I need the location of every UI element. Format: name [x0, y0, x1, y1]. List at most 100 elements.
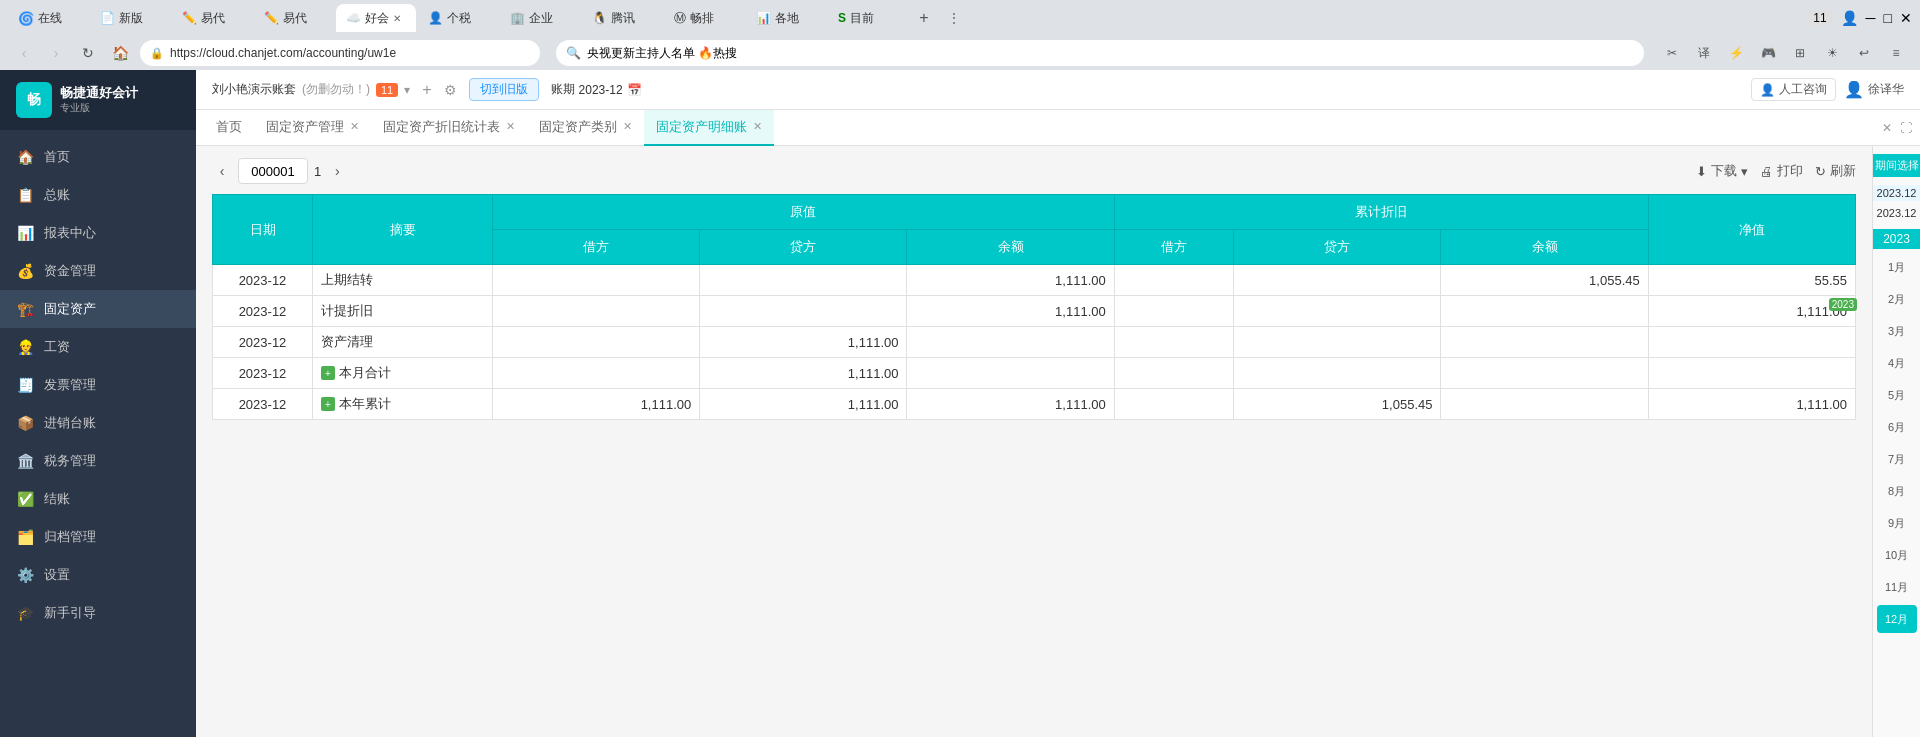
guide-icon: 🎓: [16, 604, 34, 622]
row4-net-value: [1648, 358, 1855, 389]
extension-2[interactable]: 🎮: [1756, 41, 1780, 65]
browser-tab-changpai[interactable]: Ⓜ 畅排: [664, 4, 744, 32]
url-bar[interactable]: 🔒 https://cloud.chanjet.com/accounting/u…: [140, 40, 540, 66]
user-info[interactable]: 👤 徐译华: [1844, 80, 1904, 99]
minimize-btn[interactable]: ─: [1866, 10, 1876, 26]
download-btn[interactable]: ⬇ 下载 ▾: [1696, 162, 1748, 180]
month-11[interactable]: 11月: [1877, 573, 1917, 601]
extensions-btn[interactable]: ⋮: [940, 4, 968, 32]
browser-tab-close[interactable]: ✕: [393, 13, 401, 24]
month-4[interactable]: 4月: [1877, 349, 1917, 377]
browser-tab-tengxun[interactable]: 🐧 腾讯: [582, 4, 662, 32]
page-number-input[interactable]: [238, 158, 308, 184]
forward-btn[interactable]: ›: [44, 41, 68, 65]
sidebar-item-settings[interactable]: ⚙️ 设置: [0, 556, 196, 594]
add-account-btn[interactable]: +: [422, 81, 431, 99]
month-5[interactable]: 5月: [1877, 381, 1917, 409]
back-btn[interactable]: ‹: [12, 41, 36, 65]
tab-depreciation-stats-label: 固定资产折旧统计表: [383, 118, 500, 136]
tab-asset-category-close[interactable]: ✕: [623, 120, 632, 133]
browser-tab-new[interactable]: 📄 新版: [90, 4, 170, 32]
account-selector[interactable]: 刘小艳演示账套 (勿删勿动！) 11 ▾: [212, 81, 410, 98]
browser-tab-qiye[interactable]: 🏢 企业: [500, 4, 580, 32]
month-6[interactable]: 6月: [1877, 413, 1917, 441]
extension-1[interactable]: ⚡: [1724, 41, 1748, 65]
month-1[interactable]: 1月: [1877, 253, 1917, 281]
tab-asset-detail-ledger-label: 固定资产明细账: [656, 118, 747, 136]
row1-net-value: 55.55: [1648, 265, 1855, 296]
browser-tab-muqian[interactable]: S 目前: [828, 4, 908, 32]
sidebar-item-tax[interactable]: 🏛️ 税务管理: [0, 442, 196, 480]
brightness-btn[interactable]: ☀: [1820, 41, 1844, 65]
print-icon: 🖨: [1760, 164, 1773, 179]
calendar-icon[interactable]: 📅: [627, 83, 642, 97]
sidebar-item-reports[interactable]: 📊 报表中心: [0, 214, 196, 252]
sidebar-item-archive[interactable]: 🗂️ 归档管理: [0, 518, 196, 556]
close-all-tabs-btn[interactable]: ✕ ⛶: [1882, 121, 1912, 135]
maximize-btn[interactable]: □: [1884, 10, 1892, 26]
extension-count[interactable]: 11: [1807, 10, 1832, 26]
tab-asset-detail-ledger[interactable]: 固定资产明细账 ✕: [644, 110, 774, 146]
tab-fixed-assets-mgmt[interactable]: 固定资产管理 ✕: [254, 110, 371, 146]
sidebar-item-general-ledger[interactable]: 📋 总账: [0, 176, 196, 214]
sidebar-item-funds[interactable]: 💰 资金管理: [0, 252, 196, 290]
browser-tab-yidai1[interactable]: ✏️ 易代: [172, 4, 252, 32]
tab-depreciation-stats-close[interactable]: ✕: [506, 120, 515, 133]
period-selected-1[interactable]: 2023.12: [1873, 185, 1920, 201]
close-btn[interactable]: ✕: [1900, 10, 1912, 26]
month-12[interactable]: 12月: [1877, 605, 1917, 633]
next-page-btn[interactable]: ›: [327, 161, 347, 181]
menu-btn[interactable]: ≡: [1884, 41, 1908, 65]
sidebar-item-fixed-assets[interactable]: 🏗️ 固定资产: [0, 290, 196, 328]
home-btn[interactable]: 🏠: [108, 41, 132, 65]
new-tab-button[interactable]: +: [910, 4, 938, 32]
month-8[interactable]: 8月: [1877, 477, 1917, 505]
month-2[interactable]: 2月: [1877, 285, 1917, 313]
undo-btn[interactable]: ↩: [1852, 41, 1876, 65]
sidebar-item-purchase-sale[interactable]: 📦 进销台账: [0, 404, 196, 442]
sidebar-item-invoice[interactable]: 🧾 发票管理: [0, 366, 196, 404]
month-10[interactable]: 10月: [1877, 541, 1917, 569]
period-selected-2[interactable]: 2023.12: [1873, 205, 1920, 221]
scissors-btn[interactable]: ✂: [1660, 41, 1684, 65]
tab-fixed-assets-mgmt-close[interactable]: ✕: [350, 120, 359, 133]
tab-depreciation-stats[interactable]: 固定资产折旧统计表 ✕: [371, 110, 527, 146]
browser-tab-gedi[interactable]: 📊 各地: [746, 4, 826, 32]
month-7[interactable]: 7月: [1877, 445, 1917, 473]
sidebar-item-closing[interactable]: ✅ 结账: [0, 480, 196, 518]
sidebar-item-home[interactable]: 🏠 首页: [0, 138, 196, 176]
browser-profile[interactable]: 👤: [1841, 10, 1858, 26]
home-icon: 🏠: [16, 148, 34, 166]
browser-tab-geshui[interactable]: 👤 个税: [418, 4, 498, 32]
browser-tab-haohui[interactable]: ☁️ 好会 ✕: [336, 4, 416, 32]
main-content: 刘小艳演示账套 (勿删勿动！) 11 ▾ + ⚙ 切到旧版 账期 2023-12…: [196, 70, 1920, 737]
switch-to-old-btn[interactable]: 切到旧版: [469, 78, 539, 101]
tab-asset-detail-ledger-close[interactable]: ✕: [753, 120, 762, 133]
prev-page-btn[interactable]: ‹: [212, 161, 232, 181]
tab-asset-category[interactable]: 固定资产类别 ✕: [527, 110, 644, 146]
month-9[interactable]: 9月: [1877, 509, 1917, 537]
sidebar-label-fixed-assets: 固定资产: [44, 300, 96, 318]
reload-btn[interactable]: ↻: [76, 41, 100, 65]
app-header: 刘小艳演示账套 (勿删勿动！) 11 ▾ + ⚙ 切到旧版 账期 2023-12…: [196, 70, 1920, 110]
search-bar[interactable]: 🔍 央视更新主持人名单 🔥热搜: [556, 40, 1644, 66]
human-service-btn[interactable]: 👤 人工咨询: [1751, 78, 1836, 101]
sidebar-item-guide[interactable]: 🎓 新手引导: [0, 594, 196, 632]
period-info: 账期 2023-12 📅: [551, 81, 642, 98]
month-3[interactable]: 3月: [1877, 317, 1917, 345]
sidebar-label-invoice: 发票管理: [44, 376, 96, 394]
browser-tab-online[interactable]: 🌀 在线: [8, 4, 88, 32]
translate-btn[interactable]: 译: [1692, 41, 1716, 65]
refresh-btn[interactable]: ↻ 刷新: [1815, 162, 1856, 180]
tab-home[interactable]: 首页: [204, 110, 254, 146]
row2-dep-credit: [1234, 296, 1441, 327]
browser-tab-yidai2[interactable]: ✏️ 易代: [254, 4, 334, 32]
grid-btn[interactable]: ⊞: [1788, 41, 1812, 65]
row4-dep-debit: [1114, 358, 1234, 389]
print-btn[interactable]: 🖨 打印: [1760, 162, 1803, 180]
sidebar-item-payroll[interactable]: 👷 工资: [0, 328, 196, 366]
row3-dep-balance: [1441, 327, 1648, 358]
settings-btn[interactable]: ⚙: [444, 82, 457, 98]
row2-dep-debit: [1114, 296, 1234, 327]
download-icon: ⬇: [1696, 164, 1707, 179]
